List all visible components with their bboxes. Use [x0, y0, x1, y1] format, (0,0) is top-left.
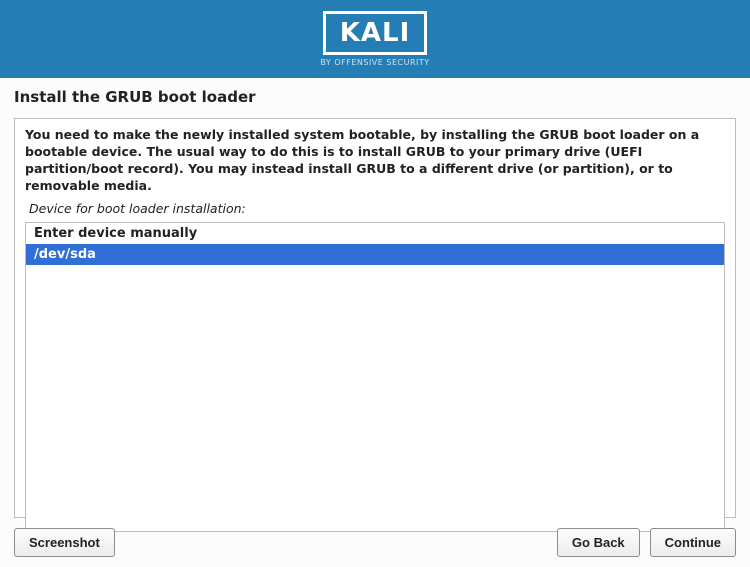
footer-bar: Screenshot Go Back Continue [0, 518, 750, 567]
go-back-button[interactable]: Go Back [557, 528, 640, 557]
page-title: Install the GRUB boot loader [14, 88, 736, 106]
device-list[interactable]: Enter device manually /dev/sda [25, 222, 725, 532]
device-option-manual[interactable]: Enter device manually [26, 223, 724, 244]
kali-logo: KALI [323, 11, 428, 55]
intro-text: You need to make the newly installed sys… [25, 127, 725, 195]
continue-button[interactable]: Continue [650, 528, 736, 557]
device-option-sda[interactable]: /dev/sda [26, 244, 724, 265]
brand-sub: BY OFFENSIVE SECURITY [320, 58, 429, 67]
content-area: Install the GRUB boot loader You need to… [0, 78, 750, 518]
installer-header: KALI BY OFFENSIVE SECURITY [0, 0, 750, 78]
device-label: Device for boot loader installation: [29, 201, 725, 216]
screenshot-button[interactable]: Screenshot [14, 528, 115, 557]
main-panel: You need to make the newly installed sys… [14, 118, 736, 518]
brand-name: KALI [340, 20, 411, 46]
